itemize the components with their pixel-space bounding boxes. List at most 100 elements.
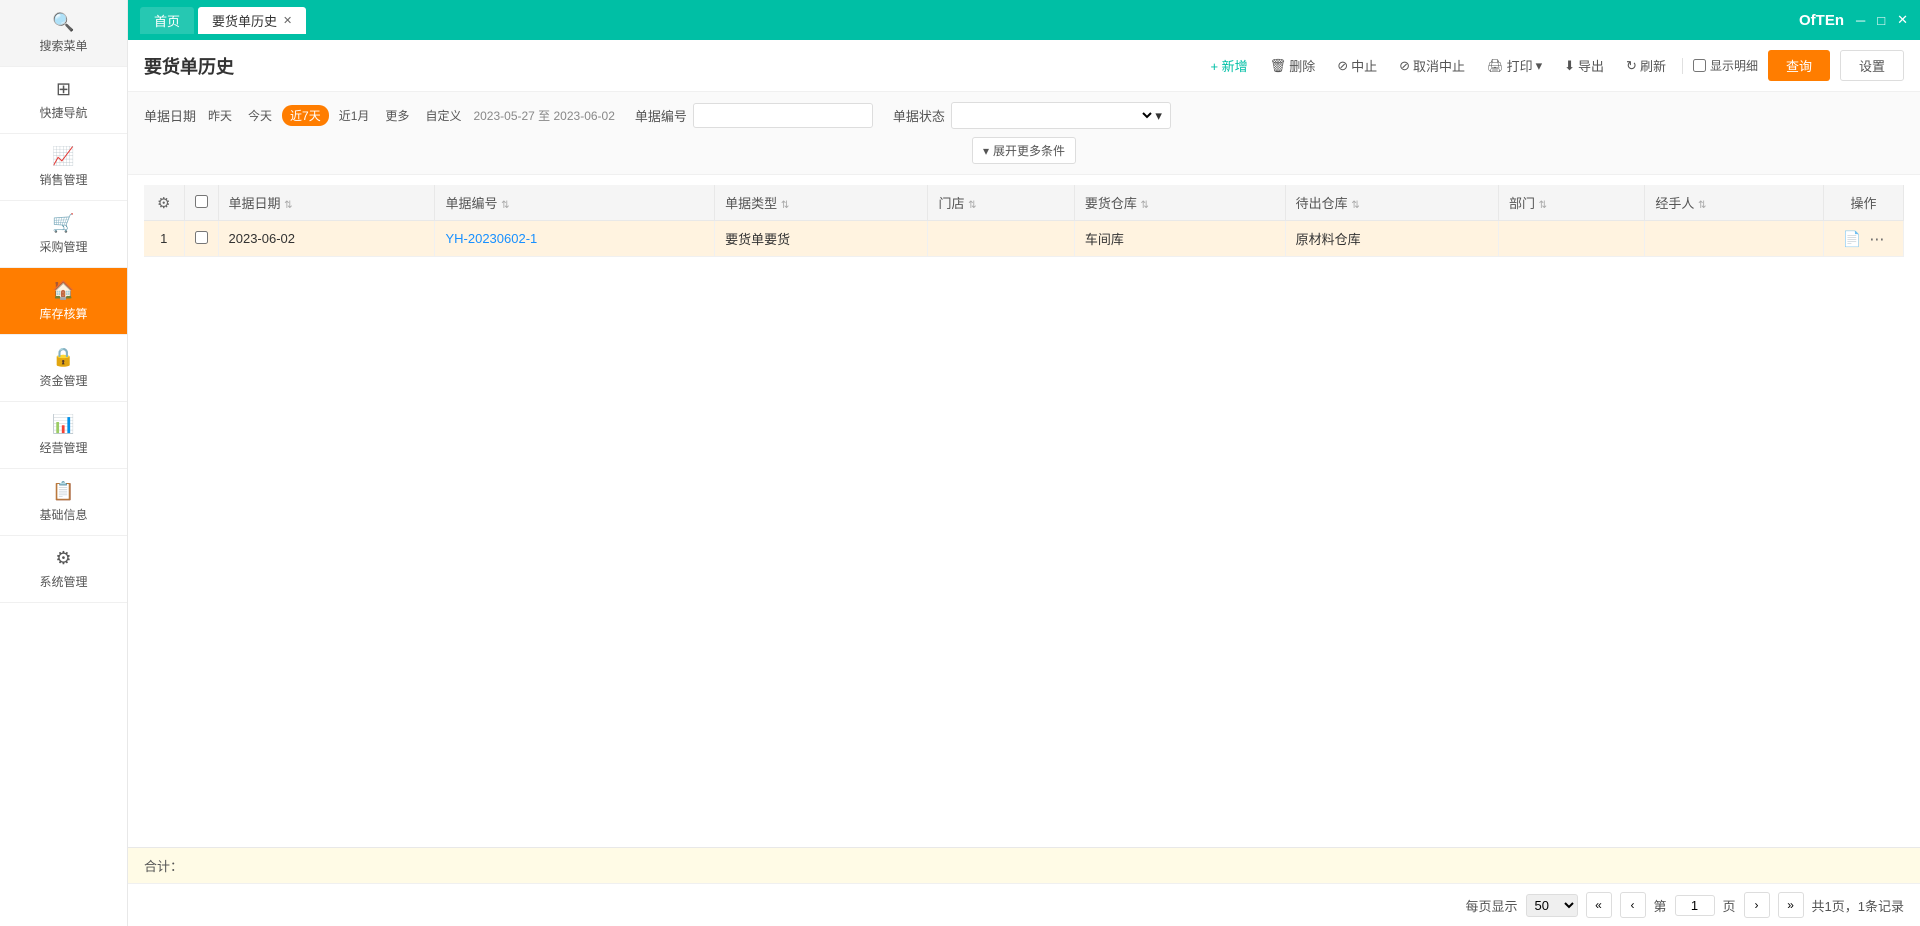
content-area: 要货单历史 + 新增 🗑 删除 ⊘ 中止 ⊘ 取消中止 🖨 打印 bbox=[128, 40, 1920, 926]
tab-home[interactable]: 首页 bbox=[140, 7, 194, 34]
tab-history-label: 要货单历史 bbox=[212, 11, 277, 30]
main-area: 首页 要货单历史 ✕ OfTEn ─ □ ✕ 要货单历史 + 新增 🗑 删除 ⊘ bbox=[128, 0, 1920, 926]
search-icon: 🔍 bbox=[52, 12, 74, 33]
system-icon: ⚙ bbox=[55, 548, 71, 569]
page-input[interactable] bbox=[1675, 895, 1715, 916]
first-page-btn[interactable]: « bbox=[1586, 892, 1612, 918]
sidebar-item-purchase[interactable]: 🛒 采购管理 bbox=[0, 201, 127, 268]
prev-page-btn[interactable]: ‹ bbox=[1620, 892, 1646, 918]
inventory-icon: 🏠 bbox=[52, 280, 74, 301]
cell-doctype: 要货单要货 bbox=[715, 221, 928, 257]
th-req-warehouse[interactable]: 要货仓库 bbox=[1074, 185, 1285, 221]
select-all-checkbox[interactable] bbox=[195, 195, 208, 208]
sidebar-item-finance[interactable]: 🔒 资金管理 bbox=[0, 335, 127, 402]
tab-close-icon[interactable]: ✕ bbox=[283, 14, 292, 27]
sidebar: 🔍 搜索菜单 ⊞ 快捷导航 📈 销售管理 🛒 采购管理 🏠 库存核算 🔒 资金管… bbox=[0, 0, 128, 926]
cell-num: 1 bbox=[144, 221, 184, 257]
refresh-button[interactable]: ↻ 刷新 bbox=[1620, 52, 1672, 79]
th-settings: ⚙ bbox=[144, 185, 184, 221]
date-last7days[interactable]: 近7天 bbox=[282, 105, 329, 126]
next-page-btn[interactable]: › bbox=[1744, 892, 1770, 918]
expand-more-btn[interactable]: ▾ 展开更多条件 bbox=[972, 137, 1076, 164]
sidebar-item-label: 库存核算 bbox=[39, 305, 87, 322]
delete-button[interactable]: 🗑 删除 bbox=[1264, 52, 1322, 79]
page-header: 要货单历史 + 新增 🗑 删除 ⊘ 中止 ⊘ 取消中止 🖨 打印 bbox=[128, 40, 1920, 92]
last-page-btn[interactable]: » bbox=[1778, 892, 1804, 918]
doc-number-input[interactable] bbox=[693, 103, 873, 128]
doc-status-select-wrapper: ▾ bbox=[951, 102, 1171, 129]
th-date[interactable]: 单据日期 bbox=[218, 185, 435, 221]
th-doctype[interactable]: 单据类型 bbox=[715, 185, 928, 221]
th-action-label: 操作 bbox=[1850, 196, 1876, 211]
th-check bbox=[184, 185, 218, 221]
doc-number-label: 单据编号 bbox=[635, 106, 687, 125]
table-area: ⚙ 单据日期 单据编号 单据类型 bbox=[128, 175, 1920, 847]
display-detail-toggle[interactable]: 显示明细 bbox=[1693, 57, 1758, 74]
cell-date: 2023-06-02 bbox=[218, 221, 435, 257]
purchase-icon: 🛒 bbox=[52, 213, 74, 234]
row-checkbox[interactable] bbox=[195, 231, 208, 244]
date-filter: 单据日期 昨天 今天 近7天 近1月 更多 自定义 2023-05-27 至 2… bbox=[144, 105, 615, 126]
doc-status-select[interactable] bbox=[960, 107, 1155, 124]
date-today[interactable]: 今天 bbox=[242, 105, 278, 126]
th-handler[interactable]: 经手人 bbox=[1645, 185, 1824, 221]
sidebar-item-system[interactable]: ⚙ 系统管理 bbox=[0, 536, 127, 603]
sidebar-item-basic[interactable]: 📋 基础信息 bbox=[0, 469, 127, 536]
table-settings-icon[interactable]: ⚙ bbox=[157, 195, 170, 212]
display-detail-checkbox[interactable] bbox=[1693, 59, 1706, 72]
filter-area: 单据日期 昨天 今天 近7天 近1月 更多 自定义 2023-05-27 至 2… bbox=[128, 92, 1920, 175]
export-button[interactable]: ⬇ 导出 bbox=[1558, 52, 1610, 79]
th-handler-label: 经手人 bbox=[1655, 196, 1694, 211]
stop-button[interactable]: ⊘ 中止 bbox=[1331, 52, 1383, 79]
cell-action: 📄 ⋯ bbox=[1824, 221, 1904, 257]
toolbar: + 新增 🗑 删除 ⊘ 中止 ⊘ 取消中止 🖨 打印 ▾ bbox=[1204, 50, 1904, 81]
sidebar-item-operations[interactable]: 📊 经营管理 bbox=[0, 402, 127, 469]
cell-handler bbox=[1645, 221, 1824, 257]
tab-history[interactable]: 要货单历史 ✕ bbox=[198, 7, 306, 34]
sidebar-item-label: 采购管理 bbox=[39, 238, 87, 255]
sidebar-item-label: 系统管理 bbox=[39, 573, 87, 590]
more-icon[interactable]: ⋯ bbox=[1869, 230, 1884, 248]
new-button[interactable]: + 新增 bbox=[1204, 52, 1253, 79]
cell-req-warehouse: 车间库 bbox=[1074, 221, 1285, 257]
tab-home-label: 首页 bbox=[154, 11, 180, 30]
cancel-stop-button[interactable]: ⊘ 取消中止 bbox=[1393, 52, 1471, 79]
display-detail-label: 显示明细 bbox=[1710, 57, 1758, 74]
sidebar-item-shortcut[interactable]: ⊞ 快捷导航 bbox=[0, 67, 127, 134]
cell-department bbox=[1498, 221, 1644, 257]
maximize-icon[interactable]: □ bbox=[1877, 13, 1885, 28]
expand-label: 展开更多条件 bbox=[993, 142, 1065, 159]
brand-label: OfTEn bbox=[1799, 12, 1844, 29]
date-range-display: 2023-05-27 至 2023-06-02 bbox=[473, 107, 614, 124]
docno-link[interactable]: YH-20230602-1 bbox=[445, 231, 537, 246]
main-table: ⚙ 单据日期 单据编号 单据类型 bbox=[144, 185, 1904, 257]
th-req-warehouse-label: 要货仓库 bbox=[1085, 196, 1137, 211]
page-size-select[interactable]: 50 10 20 100 bbox=[1526, 894, 1578, 917]
action-icons: 📄 ⋯ bbox=[1834, 230, 1893, 248]
minimize-icon[interactable]: ─ bbox=[1856, 13, 1865, 28]
close-icon[interactable]: ✕ bbox=[1897, 12, 1908, 28]
sidebar-item-sales[interactable]: 📈 销售管理 bbox=[0, 134, 127, 201]
date-more[interactable]: 更多 bbox=[379, 105, 415, 126]
filter-row-1: 单据日期 昨天 今天 近7天 近1月 更多 自定义 2023-05-27 至 2… bbox=[144, 102, 1904, 129]
th-docno[interactable]: 单据编号 bbox=[435, 185, 715, 221]
date-filter-label: 单据日期 bbox=[144, 106, 196, 125]
date-yesterday[interactable]: 昨天 bbox=[202, 105, 238, 126]
delete-icon: 🗑 bbox=[1270, 58, 1287, 74]
th-department[interactable]: 部门 bbox=[1498, 185, 1644, 221]
date-last1month[interactable]: 近1月 bbox=[333, 105, 376, 126]
th-date-label: 单据日期 bbox=[229, 196, 281, 211]
settings-button[interactable]: 设置 bbox=[1840, 50, 1904, 81]
date-custom[interactable]: 自定义 bbox=[419, 105, 467, 126]
query-button[interactable]: 查询 bbox=[1768, 50, 1830, 81]
edit-icon[interactable]: 📄 bbox=[1843, 230, 1862, 248]
th-pending-warehouse[interactable]: 待出仓库 bbox=[1285, 185, 1498, 221]
page-label: 第 bbox=[1654, 896, 1667, 915]
total-records-label: 共1页，1条记录 bbox=[1812, 896, 1904, 915]
print-button[interactable]: 🖨 打印 ▾ bbox=[1481, 52, 1548, 79]
th-store[interactable]: 门店 bbox=[928, 185, 1074, 221]
sidebar-item-inventory[interactable]: 🏠 库存核算 bbox=[0, 268, 127, 335]
sidebar-item-search[interactable]: 🔍 搜索菜单 bbox=[0, 0, 127, 67]
th-pending-warehouse-label: 待出仓库 bbox=[1296, 196, 1348, 211]
basic-icon: 📋 bbox=[52, 481, 74, 502]
